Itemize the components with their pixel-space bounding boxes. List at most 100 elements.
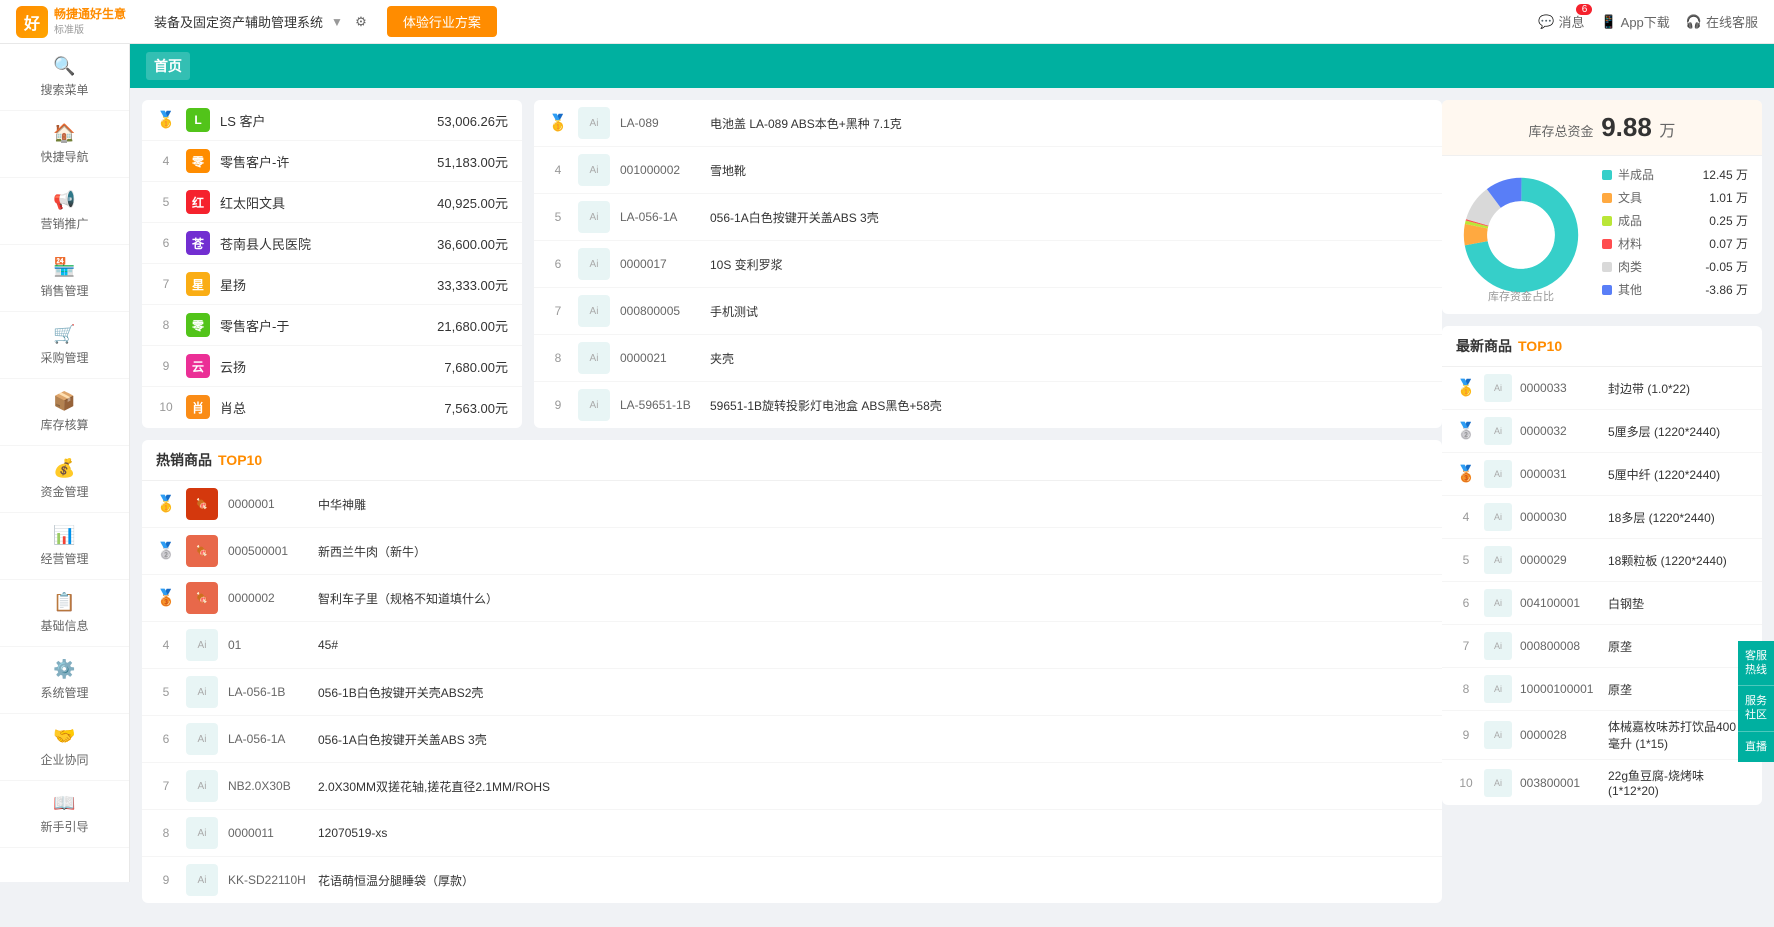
product-name: 056-1B白色按键开关壳ABS2壳: [318, 684, 1428, 701]
float-service: 客服热线 服务社区 直播: [1738, 641, 1774, 762]
customer-avatar: 苍: [186, 231, 210, 255]
sidebar-item-guide[interactable]: 📖 新手引导: [0, 781, 129, 848]
product-name: 18多层 (1220*2440): [1608, 509, 1748, 526]
service-community-button[interactable]: 服务社区: [1738, 686, 1774, 732]
inventory-total-value: 9.88: [1601, 112, 1652, 142]
sidebar-item-search[interactable]: 🔍 搜索菜单: [0, 44, 129, 111]
product-sales-scroll[interactable]: 🥇AiLA-089电池盖 LA-089 ABS本色+黑种 7.1克4Ai0010…: [534, 100, 1442, 428]
live-button[interactable]: 直播: [1738, 732, 1774, 762]
sidebar-item-system[interactable]: ⚙️ 系统管理: [0, 647, 129, 714]
legend-value: 0.25 万: [1709, 212, 1748, 229]
product-sales-row: 8Ai0000021夹壳: [534, 335, 1442, 382]
legend-name: 其他: [1618, 281, 1699, 298]
home-icon: 🏠: [53, 123, 75, 144]
legend-name: 半成品: [1618, 166, 1697, 183]
newest-product-row: 🥈Ai00000325厘多层 (1220*2440): [1442, 410, 1762, 453]
sidebar-item-marketing[interactable]: 📢 营销推广: [0, 178, 129, 245]
customer-name: 星扬: [220, 275, 427, 294]
rank-number: 🥇: [156, 110, 176, 130]
sidebar-item-operations[interactable]: 📊 经营管理: [0, 513, 129, 580]
rank-number: 5: [548, 210, 568, 224]
rank-number: 🥈: [156, 541, 176, 561]
product-name: 5厘中纤 (1220*2440): [1608, 466, 1748, 483]
rank-number: 🥇: [156, 494, 176, 514]
product-code: LA-089: [620, 116, 700, 130]
sidebar-item-sales[interactable]: 🏪 销售管理: [0, 245, 129, 312]
product-thumbnail: Ai: [186, 770, 218, 802]
legend-value: 1.01 万: [1709, 189, 1748, 206]
sidebar-item-purchase[interactable]: 🛒 采购管理: [0, 312, 129, 379]
newest-top10-badge: TOP10: [1518, 338, 1562, 354]
rank-number: 6: [1456, 596, 1476, 610]
app-download-button[interactable]: 📱 App下载: [1600, 12, 1669, 31]
rank-number: 5: [156, 685, 176, 699]
customer-service-button[interactable]: 客服热线: [1738, 641, 1774, 687]
finance-icon: 💰: [53, 458, 75, 479]
customer-avatar: 肖: [186, 395, 210, 419]
newest-product-row: 7Ai000800008原垄: [1442, 625, 1762, 668]
product-thumbnail: 🍖: [186, 535, 218, 567]
product-name: 10S 变利罗浆: [710, 256, 1428, 273]
product-thumbnail: Ai: [578, 389, 610, 421]
product-code: LA-056-1A: [620, 210, 700, 224]
messages-button[interactable]: 💬 消息 6: [1538, 12, 1584, 31]
logo-area: 好 畅捷通好生意 标准版: [16, 6, 146, 38]
rank-number: 6: [156, 236, 176, 250]
customer-value: 51,183.00元: [437, 152, 508, 171]
hot-product-row: 6AiLA-056-1A056-1A白色按键开关盖ABS 3壳: [142, 716, 1442, 763]
product-name: 电池盖 LA-089 ABS本色+黑种 7.1克: [710, 115, 1428, 132]
product-name: 12070519-xs: [318, 826, 1428, 840]
customer-name: 肖总: [220, 398, 434, 417]
customer-ranking-table: 🥇LLS 客户53,006.26元4零零售客户-许51,183.00元5红红太阳…: [142, 100, 522, 427]
sidebar-item-base[interactable]: 📋 基础信息: [0, 580, 129, 647]
customer-ranking-scroll[interactable]: 🥇LLS 客户53,006.26元4零零售客户-许51,183.00元5红红太阳…: [142, 100, 522, 427]
donut-inner: [1487, 201, 1555, 269]
search-icon: 🔍: [53, 56, 75, 77]
newest-product-row: 🥉Ai00000315厘中纤 (1220*2440): [1442, 453, 1762, 496]
product-code: LA-59651-1B: [620, 398, 700, 412]
customer-avatar: 红: [186, 190, 210, 214]
product-thumbnail: Ai: [578, 201, 610, 233]
rank-number: 5: [156, 195, 176, 209]
legend-item: 其他-3.86 万: [1602, 281, 1748, 298]
legend-color-dot: [1602, 262, 1612, 272]
chevron-down-icon[interactable]: ▼: [331, 15, 343, 29]
product-code: NB2.0X30B: [228, 779, 308, 793]
customer-rank-row: 4零零售客户-许51,183.00元: [142, 141, 522, 182]
online-service-button[interactable]: 🎧 在线客服: [1686, 12, 1758, 31]
product-code: LA-056-1A: [228, 732, 308, 746]
customer-value: 33,333.00元: [437, 275, 508, 294]
product-name: 夹壳: [710, 350, 1428, 367]
product-thumbnail: Ai: [578, 342, 610, 374]
sidebar-item-nav[interactable]: 🏠 快捷导航: [0, 111, 129, 178]
trial-button[interactable]: 体验行业方案: [387, 6, 497, 37]
newest-product-row: 4Ai000003018多层 (1220*2440): [1442, 496, 1762, 539]
customer-avatar: 零: [186, 149, 210, 173]
product-code: LA-056-1B: [228, 685, 308, 699]
product-name: 056-1A白色按键开关盖ABS 3壳: [710, 209, 1428, 226]
product-thumbnail: Ai: [1484, 546, 1512, 574]
customer-rank-row: 🥇LLS 客户53,006.26元: [142, 100, 522, 141]
product-code: 0000033: [1520, 381, 1600, 395]
legend-name: 肉类: [1618, 258, 1699, 275]
home-tab[interactable]: 首页: [146, 52, 190, 80]
legend-name: 成品: [1618, 212, 1703, 229]
sidebar-item-enterprise[interactable]: 🤝 企业协同: [0, 714, 129, 781]
sidebar-item-inventory[interactable]: 📦 库存核算: [0, 379, 129, 446]
product-name: 封边带 (1.0*22): [1608, 380, 1748, 397]
donut-chart: 库存资金占比: [1456, 170, 1586, 300]
system-selector[interactable]: 装备及固定资产辅助管理系统 ▼: [154, 12, 343, 31]
gear-icon[interactable]: ⚙: [347, 8, 375, 36]
product-sales-table: 🥇AiLA-089电池盖 LA-089 ABS本色+黑种 7.1克4Ai0010…: [534, 100, 1442, 428]
rank-number: 10: [156, 400, 176, 414]
sidebar: 🔍 搜索菜单 🏠 快捷导航 📢 营销推广 🏪 销售管理 🛒 采购管理 📦 库存核…: [0, 44, 130, 882]
rank-number: 4: [548, 163, 568, 177]
rank-number: 4: [156, 154, 176, 168]
newest-products-header: 最新商品 TOP10: [1442, 326, 1762, 367]
customer-avatar: 零: [186, 313, 210, 337]
sidebar-item-finance[interactable]: 💰 资金管理: [0, 446, 129, 513]
newest-product-row: 9Ai0000028体械嘉枚味苏打饮品400毫升 (1*15): [1442, 711, 1762, 760]
page-header: 首页: [130, 44, 1774, 88]
product-code: 0000031: [1520, 467, 1600, 481]
product-code: 0000001: [228, 497, 308, 511]
